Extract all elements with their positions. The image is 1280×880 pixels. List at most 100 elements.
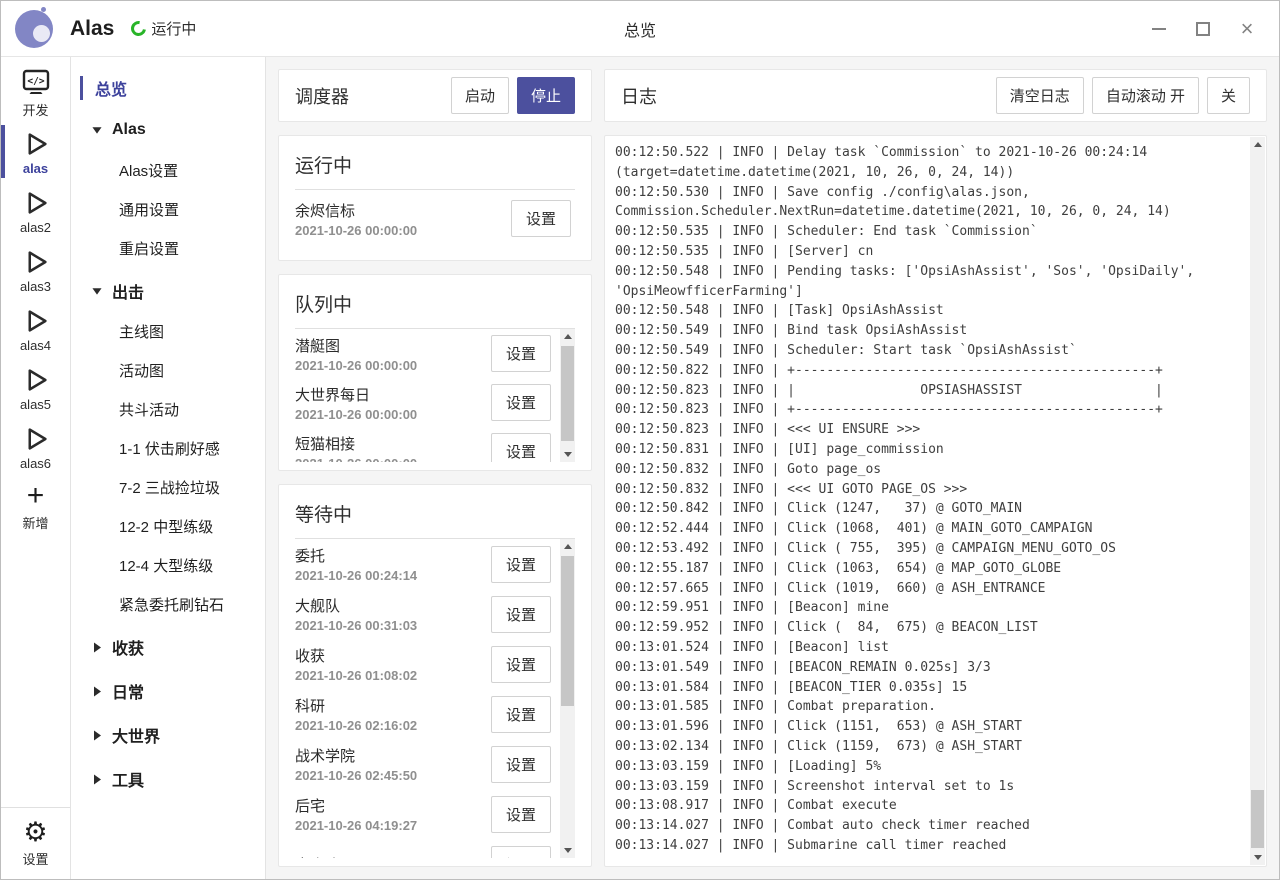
task-name: 科研 (295, 696, 491, 717)
task-setting-button[interactable]: 设置 (491, 335, 551, 372)
log-line: 00:12:50.549 | INFO | Scheduler: Start t… (615, 341, 1240, 361)
menu-item[interactable]: Alas设置 (71, 151, 265, 190)
rail-item-alas[interactable]: alas (1, 122, 70, 181)
menu-item[interactable]: 共斗活动 (71, 390, 265, 429)
log-line: 00:12:50.823 | INFO | <<< UI ENSURE >>> (615, 420, 1240, 440)
rail-item-alas3[interactable]: alas3 (1, 240, 70, 299)
log-scrollbar[interactable] (1250, 137, 1265, 865)
log-column: 日志 清空日志 自动滚动 开 关 00:12:50.522 | INFO | D… (604, 69, 1267, 867)
task-setting-button[interactable]: 设置 (491, 546, 551, 583)
menu-item[interactable]: 12-2 中型练级 (71, 507, 265, 546)
menu-section-daily[interactable]: 日常 (71, 670, 265, 712)
rail-item-dev[interactable]: </>开发 (1, 63, 70, 122)
menu-section-os[interactable]: 大世界 (71, 714, 265, 756)
task-setting-button[interactable]: 设置 (511, 200, 571, 237)
task-info: 大舰队2021-10-26 00:31:03 (295, 594, 491, 634)
task-row: 大舰队2021-10-26 00:31:03设置 (295, 589, 575, 639)
rail-item-alas6[interactable]: alas6 (1, 417, 70, 476)
task-setting-button[interactable]: 设置 (491, 796, 551, 833)
menu-section-tool[interactable]: 工具 (71, 758, 265, 800)
log-line: 00:12:50.822 | INFO | +-----------------… (615, 361, 1240, 381)
log-line: 00:13:08.917 | INFO | Combat execute (615, 796, 1240, 816)
task-row: 短猫相接2021-10-26 00:00:00设置 (295, 427, 575, 462)
task-row: 科研2021-10-26 02:16:02设置 (295, 689, 575, 739)
scroll-down-icon[interactable] (560, 447, 575, 462)
menu-item[interactable]: 1-1 伏击刷好感 (71, 429, 265, 468)
play-icon (21, 364, 51, 396)
menu-item[interactable]: 主线图 (71, 312, 265, 351)
rail-item-label: 新增 (22, 513, 48, 532)
task-info: 委托2021-10-26 00:24:14 (295, 544, 491, 584)
menu-item[interactable]: 12-4 大型练级 (71, 546, 265, 585)
task-setting-button[interactable]: 设置 (491, 646, 551, 683)
log-line: 00:13:01.596 | INFO | Click (1151, 653) … (615, 717, 1240, 737)
rail-item-label: alas (23, 161, 48, 176)
scroll-up-icon[interactable] (560, 539, 575, 554)
scroll-up-icon[interactable] (1250, 137, 1265, 152)
task-row: 后宅2021-10-26 04:19:27设置 (295, 789, 575, 839)
task-setting-button[interactable]: 设置 (491, 596, 551, 633)
task-next-run: 2021-10-26 00:31:03 (295, 617, 491, 634)
log-line: 00:13:01.524 | INFO | [Beacon] list (615, 638, 1240, 658)
task-next-run: 2021-10-26 00:00:00 (295, 455, 491, 463)
log-line: 00:13:03.159 | INFO | Screenshot interva… (615, 777, 1240, 797)
pending-scrollbar[interactable] (560, 329, 575, 462)
rail-item-alas2[interactable]: alas2 (1, 181, 70, 240)
menu-item[interactable]: 7-2 三战捡垃圾 (71, 468, 265, 507)
log-line: 00:12:55.187 | INFO | Click (1063, 654) … (615, 559, 1240, 579)
log-line: 00:12:50.831 | INFO | [UI] page_commissi… (615, 440, 1240, 460)
close-icon: × (1241, 18, 1254, 40)
maximize-button[interactable] (1181, 9, 1225, 49)
task-name: 短猫相接 (295, 434, 491, 455)
rail-item-settings[interactable]: ⚙设置 (1, 812, 70, 871)
clear-log-button[interactable]: 清空日志 (996, 77, 1084, 114)
running-group-title: 运行中 (295, 146, 575, 189)
rail-item-alas4[interactable]: alas4 (1, 299, 70, 358)
menu-item[interactable]: 活动图 (71, 351, 265, 390)
task-info: 短猫相接2021-10-26 00:00:00 (295, 432, 491, 463)
scroll-down-icon[interactable] (1250, 850, 1265, 865)
menu-section-alas[interactable]: Alas (71, 109, 265, 151)
log-line: 00:12:59.951 | INFO | [Beacon] mine (615, 598, 1240, 618)
rail-item-add[interactable]: +新增 (1, 476, 70, 535)
menu-item-overview[interactable]: 总览 (71, 69, 265, 107)
scroll-down-icon[interactable] (560, 843, 575, 858)
task-next-run: 2021-10-26 02:45:50 (295, 767, 491, 784)
task-info: 战术学院2021-10-26 02:45:50 (295, 744, 491, 784)
menu-section-sortie[interactable]: 出击 (71, 270, 265, 312)
log-line: 00:12:50.832 | INFO | <<< UI GOTO PAGE_O… (615, 480, 1240, 500)
window-controls: × (1137, 9, 1279, 49)
log-line: 00:12:50.549 | INFO | Bind task OpsiAshA… (615, 321, 1240, 341)
task-info: 科研2021-10-26 02:16:02 (295, 694, 491, 734)
menu-section-reward[interactable]: 收获 (71, 626, 265, 668)
scheduler-stop-button[interactable]: 停止 (517, 77, 575, 114)
autoscroll-on-button[interactable]: 自动滚动 开 (1092, 77, 1199, 114)
rail-item-label: alas3 (20, 279, 51, 294)
scheduler-start-button[interactable]: 启动 (451, 77, 509, 114)
log-line: 00:12:59.952 | INFO | Click ( 84, 675) @… (615, 618, 1240, 638)
close-button[interactable]: × (1225, 9, 1269, 49)
minimize-button[interactable] (1137, 9, 1181, 49)
waiting-scrollbar[interactable] (560, 539, 575, 858)
scrollbar-thumb[interactable] (561, 556, 574, 706)
scroll-up-icon[interactable] (560, 329, 575, 344)
menu-item[interactable]: 重启设置 (71, 229, 265, 268)
chevron-down-icon (92, 286, 102, 296)
menu-item[interactable]: 通用设置 (71, 190, 265, 229)
scrollbar-thumb[interactable] (1251, 790, 1264, 848)
task-setting-button[interactable]: 设置 (491, 433, 551, 462)
autoscroll-off-button[interactable]: 关 (1207, 77, 1250, 114)
task-setting-button[interactable]: 设置 (491, 746, 551, 783)
task-setting-button[interactable]: 设置 (491, 384, 551, 421)
task-setting-button[interactable]: 设置 (491, 696, 551, 733)
task-next-run: 2021-10-26 00:00:00 (295, 357, 491, 374)
menu-section-label: 工具 (112, 767, 144, 791)
scrollbar-thumb[interactable] (561, 346, 574, 441)
log-line: 00:12:50.548 | INFO | Pending tasks: ['O… (615, 262, 1240, 302)
task-name: 余烬信标 (295, 201, 511, 222)
log-line: 00:12:50.823 | INFO | | OPSIASHASSIST | (615, 381, 1240, 401)
task-info: 潜艇图2021-10-26 00:00:00 (295, 334, 491, 374)
rail-item-alas5[interactable]: alas5 (1, 358, 70, 417)
task-setting-button[interactable]: 设置 (491, 846, 551, 859)
menu-item[interactable]: 紧急委托刷钻石 (71, 585, 265, 624)
